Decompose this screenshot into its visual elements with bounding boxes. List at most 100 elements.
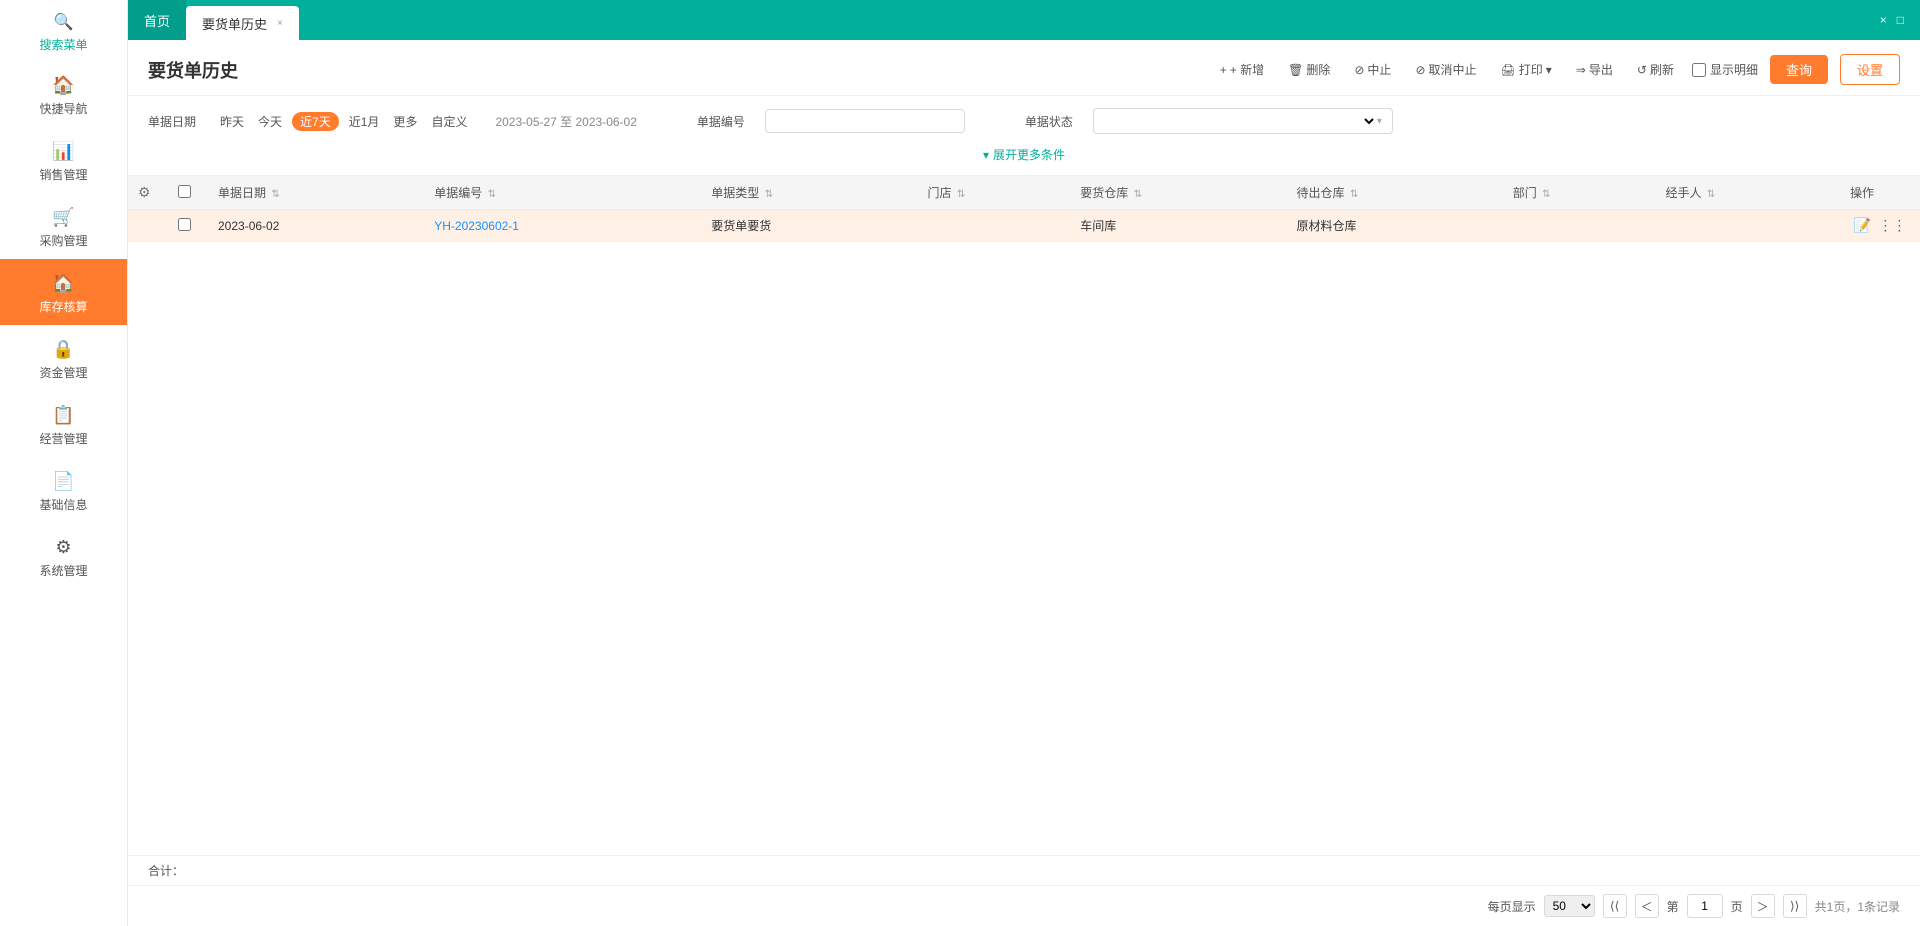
refresh-button[interactable]: ↺ 刷新 — [1631, 57, 1680, 82]
row-pending-warehouse: 原材料仓库 — [1286, 210, 1502, 242]
new-label: + 新增 — [1230, 61, 1264, 78]
col-doc-no-sort-icon[interactable]: ⇅ — [488, 189, 496, 200]
topbar-maximize-btn[interactable]: □ — [1897, 13, 1904, 27]
col-doc-type-sort-icon[interactable]: ⇅ — [765, 189, 773, 200]
row-edit-icon[interactable]: 📝 — [1854, 217, 1871, 233]
sidebar-item-sales[interactable]: 📊 销售管理 — [0, 127, 127, 193]
new-button[interactable]: + + 新增 — [1214, 57, 1270, 82]
table-row: 2023-06-02 YH-20230602-1 要货单要货 车间库 原材料仓库… — [128, 210, 1920, 242]
row-ops-col: 📝 ⋮⋮ — [1840, 210, 1920, 242]
col-req-warehouse-sort-icon[interactable]: ⇅ — [1134, 189, 1142, 200]
next-page-btn[interactable]: ＞ — [1751, 894, 1775, 918]
filter-area: 单据日期 昨天 今天 近7天 近1月 更多 自定义 2023-05-27 至 2… — [128, 96, 1920, 176]
pagination-info: 共1页，1条记录 — [1815, 898, 1900, 915]
finance-icon: 🔒 — [52, 339, 74, 360]
query-button[interactable]: 查询 — [1770, 55, 1828, 84]
sidebar-item-finance[interactable]: 🔒 资金管理 — [0, 325, 127, 391]
date-range-display: 2023-05-27 至 2023-06-02 — [495, 113, 636, 130]
tab-home[interactable]: 首页 — [128, 0, 186, 40]
delete-button[interactable]: 🗑 删除 — [1282, 57, 1336, 82]
home-icon: 🏠 — [52, 75, 74, 96]
tab-home-label: 首页 — [144, 11, 170, 30]
purchase-icon: 🛒 — [52, 207, 74, 228]
select-all-checkbox[interactable] — [178, 185, 191, 198]
first-page-btn[interactable]: ⟨⟨ — [1603, 894, 1627, 918]
system-icon: ⚙ — [55, 537, 71, 558]
expand-down-icon: ▾ — [983, 148, 989, 162]
sidebar-item-basic-info[interactable]: 📄 基础信息 — [0, 457, 127, 523]
sidebar-item-operations[interactable]: 📋 经营管理 — [0, 391, 127, 457]
col-date-sort-icon[interactable]: ⇅ — [271, 189, 279, 200]
setting-button[interactable]: 设置 — [1840, 54, 1900, 85]
shortcut-last7days[interactable]: 近7天 — [292, 112, 339, 131]
sidebar-item-quick-nav[interactable]: 🏠 快捷导航 — [0, 61, 127, 127]
page-input[interactable] — [1687, 894, 1723, 918]
row-checkbox[interactable] — [178, 218, 191, 231]
col-handler: 经手人 ⇅ — [1655, 176, 1840, 210]
tab-requisition-history[interactable]: 要货单历史 × — [186, 6, 299, 40]
tab-close-icon[interactable]: × — [277, 18, 283, 29]
col-date: 单据日期 ⇅ — [208, 176, 424, 210]
shortcut-custom[interactable]: 自定义 — [427, 112, 471, 131]
topbar-right-controls: × □ — [1880, 13, 1920, 27]
toolbar: + + 新增 🗑 删除 ⊘ 中止 ⊘ 取消中止 🖨 打印 — [1214, 54, 1900, 85]
shortcut-yesterday[interactable]: 昨天 — [216, 112, 248, 131]
sidebar-label-quick-nav: 快捷导航 — [39, 100, 87, 117]
row-settings-col — [128, 210, 168, 242]
sidebar-item-purchase[interactable]: 🛒 采购管理 — [0, 193, 127, 259]
col-store-sort-icon[interactable]: ⇅ — [957, 189, 965, 200]
date-shortcuts: 昨天 今天 近7天 近1月 更多 自定义 — [216, 112, 471, 131]
row-doc-no-link[interactable]: YH-20230602-1 — [434, 219, 519, 233]
operations-icon: 📋 — [52, 405, 74, 426]
row-more-icon[interactable]: ⋮⋮ — [1878, 217, 1906, 233]
pagination-bar: 每页显示 20 50 100 200 ⟨⟨ ＜ 第 页 ＞ ⟩⟩ 共1页，1条记… — [128, 885, 1920, 926]
expand-more-btn[interactable]: ▾ 展开更多条件 — [983, 142, 1065, 167]
show-detail-checkbox[interactable] — [1692, 63, 1706, 77]
data-table: ⚙ 单据日期 ⇅ 单据编号 ⇅ — [128, 176, 1920, 242]
topbar: 首页 要货单历史 × × □ — [128, 0, 1920, 40]
sidebar-item-system[interactable]: ⚙ 系统管理 — [0, 523, 127, 589]
stop-button[interactable]: ⊘ 中止 — [1348, 57, 1397, 82]
export-button[interactable]: ⇒ 导出 — [1570, 57, 1619, 82]
row-doc-type: 要货单要货 — [701, 210, 917, 242]
topbar-close-btn[interactable]: × — [1880, 13, 1887, 27]
status-select[interactable] — [1104, 113, 1377, 129]
refresh-icon: ↺ — [1637, 63, 1647, 77]
page-size-select[interactable]: 20 50 100 200 — [1544, 895, 1595, 917]
prev-page-btn[interactable]: ＜ — [1635, 894, 1659, 918]
date-filter-label: 单据日期 — [148, 113, 196, 130]
cancel-stop-label: 取消中止 — [1429, 61, 1477, 78]
sidebar-label-operations: 经营管理 — [39, 430, 87, 447]
col-handler-sort-icon[interactable]: ⇅ — [1707, 189, 1715, 200]
show-detail-toggle[interactable]: 显示明细 — [1692, 61, 1758, 78]
sidebar-search[interactable]: 🔍 搜索菜单 — [0, 0, 127, 61]
sidebar-item-inventory[interactable]: 🏠 库存核算 — [0, 259, 127, 325]
shortcut-last1month[interactable]: 近1月 — [345, 112, 384, 131]
row-doc-no: YH-20230602-1 — [424, 210, 701, 242]
row-checkbox-col — [168, 210, 208, 242]
shortcut-more[interactable]: 更多 — [389, 112, 421, 131]
page-size-label: 每页显示 — [1488, 898, 1536, 915]
col-doc-no: 单据编号 ⇅ — [424, 176, 701, 210]
table-footer: 合计： — [128, 855, 1920, 885]
cancel-stop-button[interactable]: ⊘ 取消中止 — [1409, 57, 1482, 82]
sidebar-search-label: 搜索菜单 — [39, 36, 87, 53]
print-dropdown-icon: ▾ — [1546, 63, 1552, 77]
last-page-btn[interactable]: ⟩⟩ — [1783, 894, 1807, 918]
doc-no-input[interactable] — [765, 109, 965, 133]
col-doc-type: 单据类型 ⇅ — [701, 176, 917, 210]
content-area: 要货单历史 + + 新增 🗑 删除 ⊘ 中止 ⊘ 取消中止 — [128, 40, 1920, 926]
search-icon: 🔍 — [54, 12, 74, 32]
delete-icon: 🗑 — [1288, 63, 1303, 77]
col-settings-gear[interactable]: ⚙ — [138, 184, 151, 201]
cancel-stop-icon: ⊘ — [1415, 63, 1425, 77]
col-department-sort-icon[interactable]: ⇅ — [1542, 189, 1550, 200]
col-operations: 操作 — [1840, 176, 1920, 210]
print-button[interactable]: 🖨 打印 ▾ — [1495, 57, 1558, 82]
col-pending-warehouse-sort-icon[interactable]: ⇅ — [1350, 189, 1358, 200]
shortcut-today[interactable]: 今天 — [254, 112, 286, 131]
filter-row-1: 单据日期 昨天 今天 近7天 近1月 更多 自定义 2023-05-27 至 2… — [148, 108, 1900, 134]
sidebar-label-system: 系统管理 — [39, 562, 87, 579]
col-department: 部门 ⇅ — [1503, 176, 1656, 210]
doc-no-label: 单据编号 — [697, 113, 745, 130]
